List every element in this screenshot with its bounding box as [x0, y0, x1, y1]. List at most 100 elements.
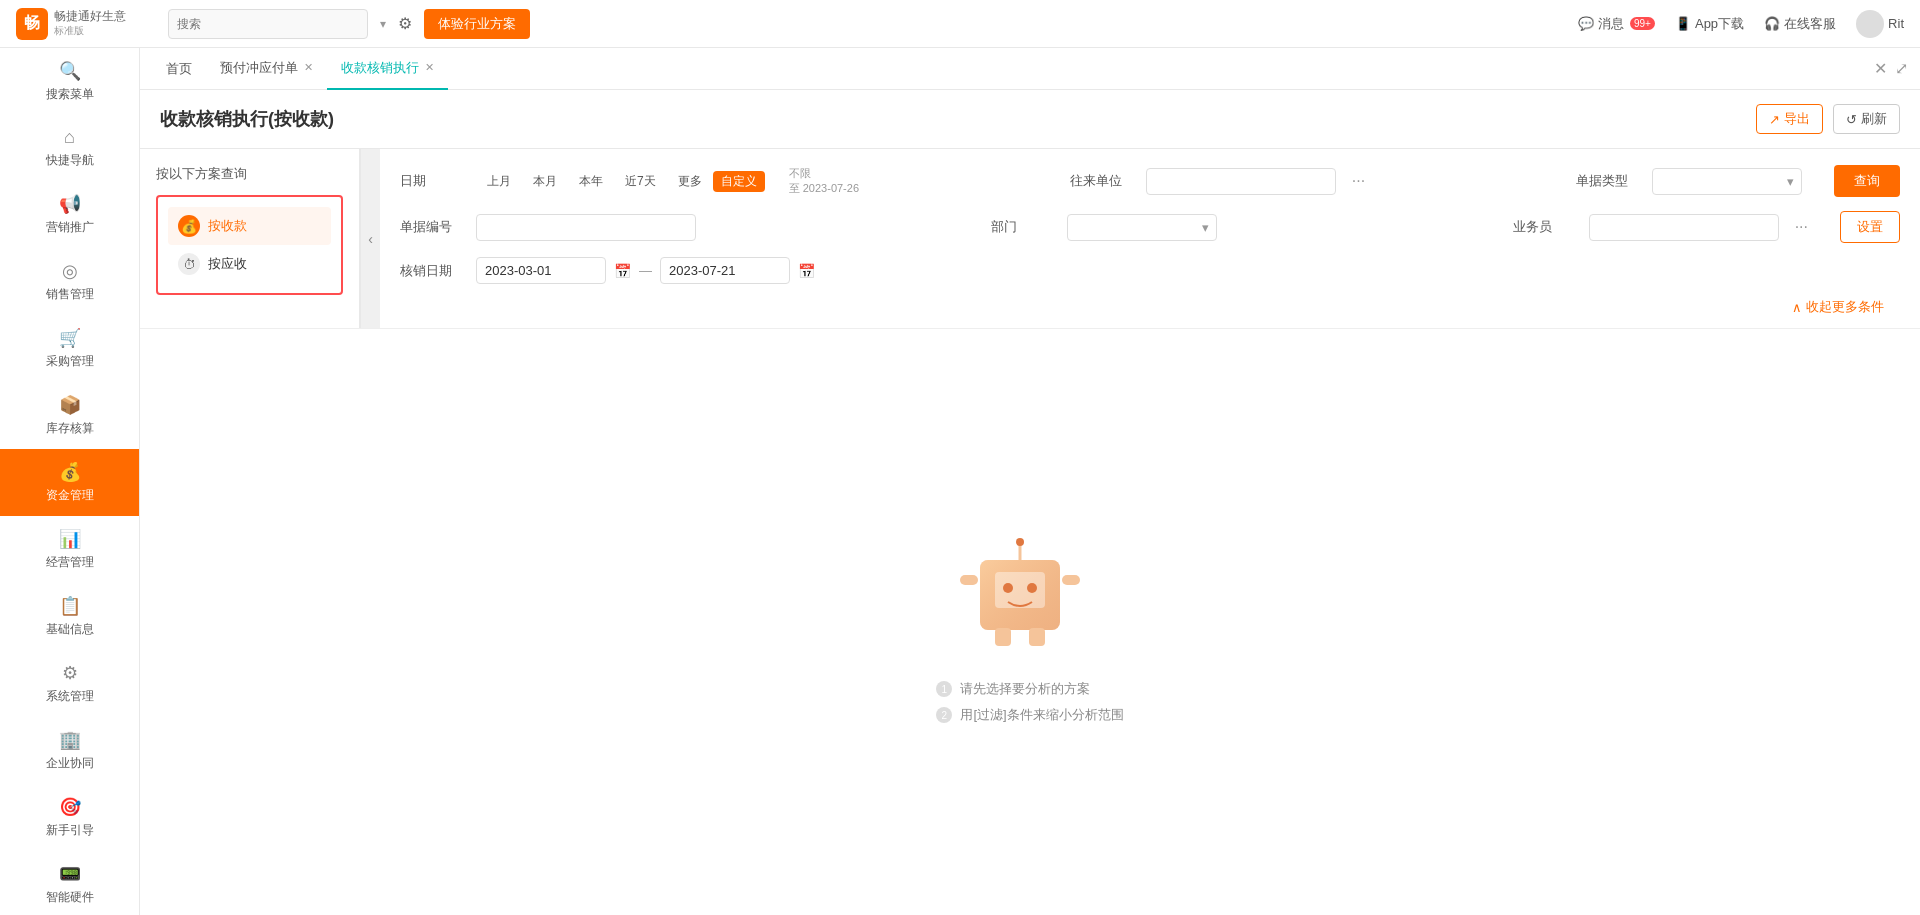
collapse-conditions-button[interactable]: ∧ 收起更多条件	[1792, 298, 1900, 316]
date-tab-more[interactable]: 更多	[667, 169, 713, 194]
logo: 畅 畅捷通好生意 标准版	[16, 8, 156, 40]
sidebar-item-finance[interactable]: 💰 资金管理	[0, 449, 139, 516]
close-tab-prepay-icon[interactable]: ✕	[304, 61, 313, 74]
username: Rit	[1888, 16, 1904, 31]
tab-prepay[interactable]: 预付冲应付单 ✕	[206, 48, 327, 90]
sidebar-label-hardware: 智能硬件	[46, 889, 94, 906]
sidebar-item-guide[interactable]: 🎯 新手引导	[0, 784, 139, 851]
empty-svg	[940, 520, 1100, 650]
partner-input[interactable]	[1146, 168, 1336, 195]
verify-date-label: 核销日期	[400, 262, 460, 280]
purchase-icon: 🛒	[59, 327, 81, 349]
sidebar-label-system: 系统管理	[46, 688, 94, 705]
by-receivable-icon: ⏱	[178, 253, 200, 275]
filter-row-docnum: 单据编号 部门 业务员 ···	[400, 211, 1900, 243]
agent-dots[interactable]: ···	[1795, 218, 1808, 236]
message-label: 消息	[1598, 15, 1624, 33]
message-button[interactable]: 💬 消息 99+	[1578, 15, 1655, 33]
dept-select[interactable]	[1067, 214, 1217, 241]
sidebar-item-purchase[interactable]: 🛒 采购管理	[0, 315, 139, 382]
app-icon: 📱	[1675, 16, 1691, 31]
date-tab-7days[interactable]: 近7天	[614, 169, 667, 194]
sidebar: 🔍 搜索菜单 ⌂ 快捷导航 📢 营销推广 ◎ 销售管理 🛒 采购管理 📦 库存核…	[0, 48, 140, 915]
tab-home[interactable]: 首页	[152, 48, 206, 90]
query-area: 日期 上月 本月 本年 近7天 更多 自定义 不限 至	[380, 149, 1920, 328]
sidebar-label-guide: 新手引导	[46, 822, 94, 839]
filter-sidebar-title: 按以下方案查询	[156, 165, 343, 183]
refresh-button[interactable]: ↺ 刷新	[1833, 104, 1900, 134]
doc-num-label: 单据编号	[400, 218, 460, 236]
sidebar-item-search-menu[interactable]: 🔍 搜索菜单	[0, 48, 139, 115]
service-icon: 🎧	[1764, 16, 1780, 31]
export-button[interactable]: ↗ 导出	[1756, 104, 1823, 134]
partner-label: 往来单位	[1070, 172, 1130, 190]
verify-end-calendar-icon[interactable]: 📅	[798, 263, 815, 279]
sidebar-item-system[interactable]: ⚙ 系统管理	[0, 650, 139, 717]
export-icon: ↗	[1769, 112, 1780, 127]
date-label: 日期	[400, 172, 460, 190]
filter-box: 按以下方案查询 💰 按收款 ⏱ 按应收	[140, 149, 1920, 329]
quick-nav-icon: ⌂	[64, 127, 75, 148]
chevron-down-icon[interactable]: ▾	[380, 17, 386, 31]
sidebar-item-operations[interactable]: 📊 经营管理	[0, 516, 139, 583]
collapse-more-row: ∧ 收起更多条件	[400, 298, 1900, 328]
date-tab-this-month[interactable]: 本月	[522, 169, 568, 194]
export-label: 导出	[1784, 110, 1810, 128]
sidebar-item-enterprise[interactable]: 🏢 企业协同	[0, 717, 139, 784]
sidebar-label-enterprise: 企业协同	[46, 755, 94, 772]
close-window-icon[interactable]: ✕	[1874, 59, 1887, 78]
gear-icon[interactable]: ⚙	[398, 14, 412, 33]
message-badge: 99+	[1630, 17, 1655, 30]
service-label: 在线客服	[1784, 15, 1836, 33]
logo-badge: 标准版	[54, 24, 126, 38]
agent-input[interactable]	[1589, 214, 1779, 241]
industry-button[interactable]: 体验行业方案	[424, 9, 530, 39]
sidebar-item-marketing[interactable]: 📢 营销推广	[0, 181, 139, 248]
doc-type-label: 单据类型	[1576, 172, 1636, 190]
close-tab-receipt-icon[interactable]: ✕	[425, 61, 434, 74]
query-button[interactable]: 查询	[1834, 165, 1900, 197]
page-title: 收款核销执行(按收款)	[160, 107, 334, 131]
sidebar-item-quick-nav[interactable]: ⌂ 快捷导航	[0, 115, 139, 181]
guide-icon: 🎯	[59, 796, 81, 818]
filter-option-by-receipt[interactable]: 💰 按收款	[168, 207, 331, 245]
sidebar-item-hardware[interactable]: 📟 智能硬件	[0, 851, 139, 915]
filter-option-by-receivable[interactable]: ⏱ 按应收	[168, 245, 331, 283]
svg-rect-2	[995, 572, 1045, 608]
verify-start-input[interactable]	[476, 257, 606, 284]
svg-point-10	[1016, 538, 1024, 546]
svg-rect-8	[1029, 628, 1045, 646]
doc-type-select[interactable]	[1652, 168, 1802, 195]
sidebar-label-sales: 销售管理	[46, 286, 94, 303]
sidebar-item-basic-info[interactable]: 📋 基础信息	[0, 583, 139, 650]
date-custom-badge[interactable]: 自定义	[713, 171, 765, 192]
tab-receipt[interactable]: 收款核销执行 ✕	[327, 48, 448, 90]
partner-dots[interactable]: ···	[1352, 172, 1365, 190]
top-bar: 畅 畅捷通好生意 标准版 ▾ ⚙ 体验行业方案 💬 消息 99+ 📱 App下载…	[0, 0, 1920, 48]
verify-start-calendar-icon[interactable]: 📅	[614, 263, 631, 279]
sidebar-item-sales[interactable]: ◎ 销售管理	[0, 248, 139, 315]
enterprise-icon: 🏢	[59, 729, 81, 751]
avatar	[1856, 10, 1884, 38]
search-menu-icon: 🔍	[59, 60, 81, 82]
maximize-icon[interactable]: ⤢	[1895, 59, 1908, 78]
verify-end-input[interactable]	[660, 257, 790, 284]
by-receipt-icon: 💰	[178, 215, 200, 237]
date-tab-last-month[interactable]: 上月	[476, 169, 522, 194]
doc-num-input[interactable]	[476, 214, 696, 241]
setting-button[interactable]: 设置	[1840, 211, 1900, 243]
user-avatar[interactable]: Rit	[1856, 10, 1904, 38]
agent-label: 业务员	[1513, 218, 1573, 236]
empty-text: 1 请先选择要分析的方案 2 用[过滤]条件来缩小分析范围	[936, 680, 1123, 724]
top-bar-right: 💬 消息 99+ 📱 App下载 🎧 在线客服 Rit	[1578, 10, 1904, 38]
filter-collapse-button[interactable]: ‹	[360, 149, 380, 328]
inventory-icon: 📦	[59, 394, 81, 416]
sidebar-label-operations: 经营管理	[46, 554, 94, 571]
search-input[interactable]	[168, 9, 368, 39]
tab-receipt-label: 收款核销执行	[341, 59, 419, 77]
app-download-button[interactable]: 📱 App下载	[1675, 15, 1744, 33]
sidebar-item-inventory[interactable]: 📦 库存核算	[0, 382, 139, 449]
basic-info-icon: 📋	[59, 595, 81, 617]
service-button[interactable]: 🎧 在线客服	[1764, 15, 1836, 33]
date-tab-this-year[interactable]: 本年	[568, 169, 614, 194]
